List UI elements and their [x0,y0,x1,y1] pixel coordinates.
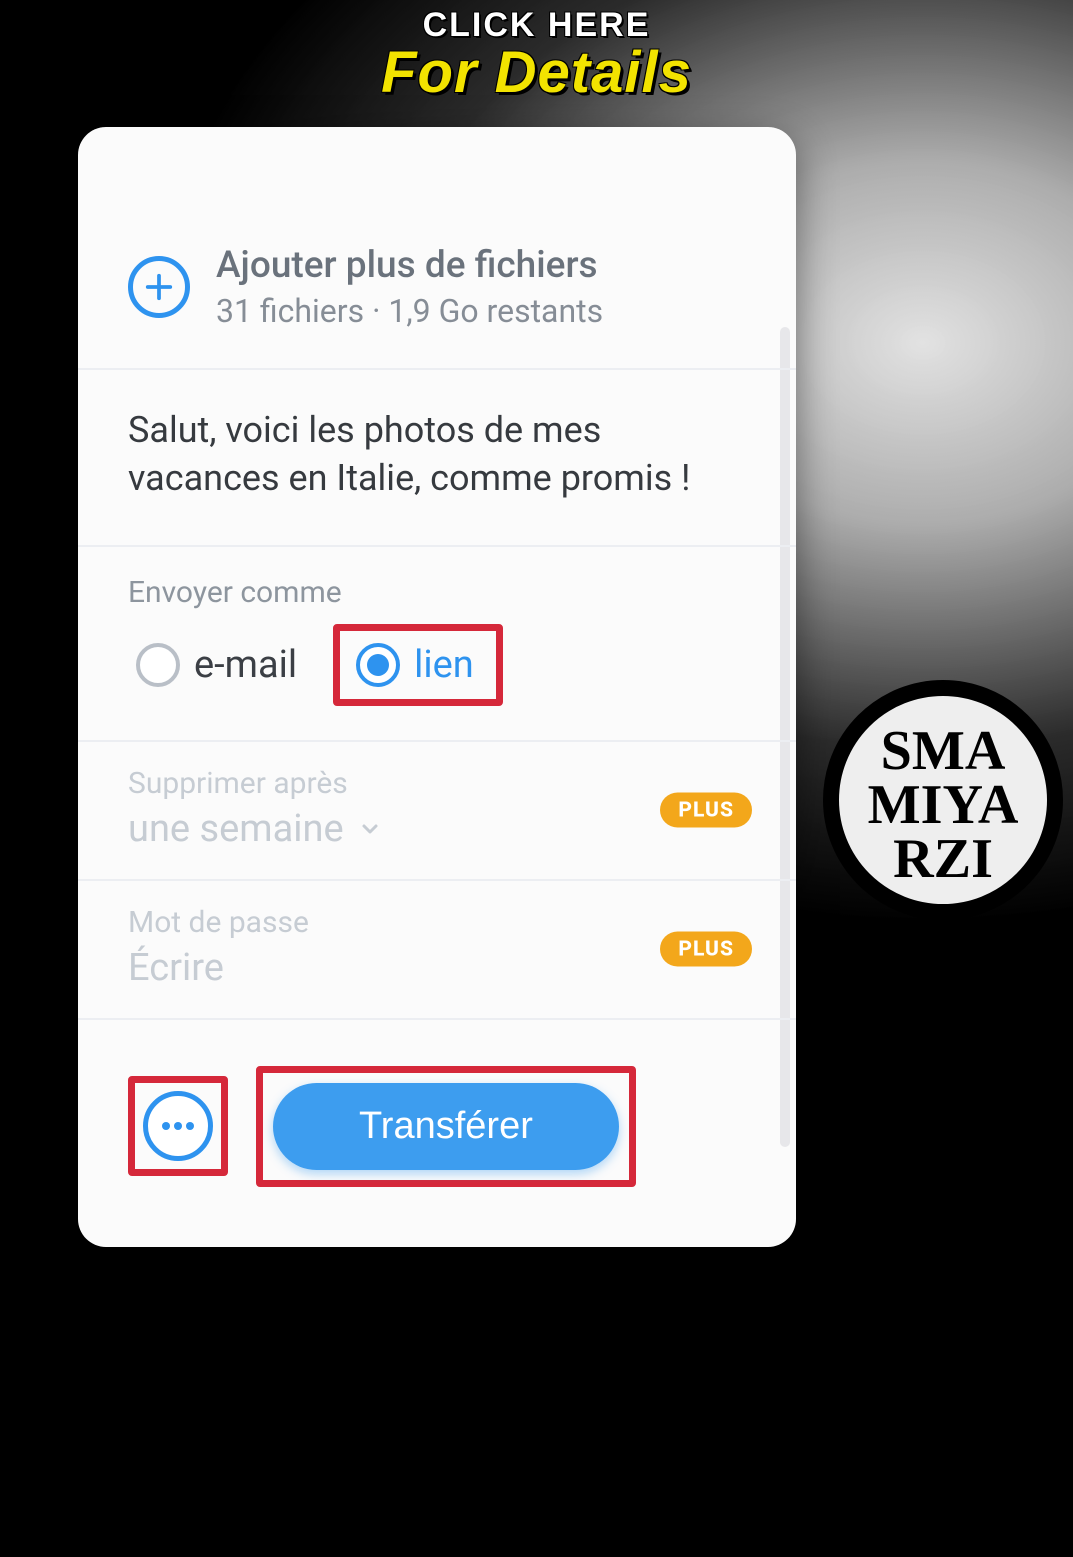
delete-after-label: Supprimer après [128,766,746,801]
chevron-down-icon [358,807,382,851]
plus-icon [128,256,190,318]
radio-email[interactable]: e-mail [128,637,305,693]
radio-icon [136,643,180,687]
more-options-button[interactable] [143,1091,213,1161]
svg-text:MIYA: MIYA [868,774,1019,836]
send-as-section: Envoyer comme e-mail lien [78,547,796,742]
radio-icon [356,643,400,687]
password-row[interactable]: Mot de passe Écrire PLUS [78,881,796,1020]
svg-text:SMA: SMA [881,720,1006,782]
transfer-card: Ajouter plus de fichiers 31 fichiers · 1… [78,127,796,1247]
svg-text:RZI: RZI [893,828,993,890]
plus-badge[interactable]: PLUS [660,932,752,967]
add-files-row[interactable]: Ajouter plus de fichiers 31 fichiers · 1… [78,127,796,370]
speech-bubble: SMA MIYA RZI [823,680,1063,920]
card-footer: Transférer [78,1020,796,1247]
add-files-title: Ajouter plus de fichiers [216,245,603,288]
password-label: Mot de passe [128,905,746,940]
add-files-subtitle: 31 fichiers · 1,9 Go restants [216,292,603,330]
transfer-button[interactable]: Transférer [273,1083,619,1170]
highlight-box-more [128,1076,228,1176]
radio-link-label: lien [414,643,474,687]
highlight-box-link: lien [333,624,503,706]
delete-after-value: une semaine [128,807,344,851]
send-as-label: Envoyer comme [128,575,746,610]
radio-link[interactable]: lien [348,637,482,693]
plus-badge[interactable]: PLUS [660,793,752,828]
password-placeholder: Écrire [128,946,224,990]
delete-after-row[interactable]: Supprimer après une semaine PLUS [78,742,796,881]
radio-email-label: e-mail [194,643,297,687]
highlight-box-transfer: Transférer [256,1066,636,1187]
message-text[interactable]: Salut, voici les photos de mes vacances … [78,370,796,547]
